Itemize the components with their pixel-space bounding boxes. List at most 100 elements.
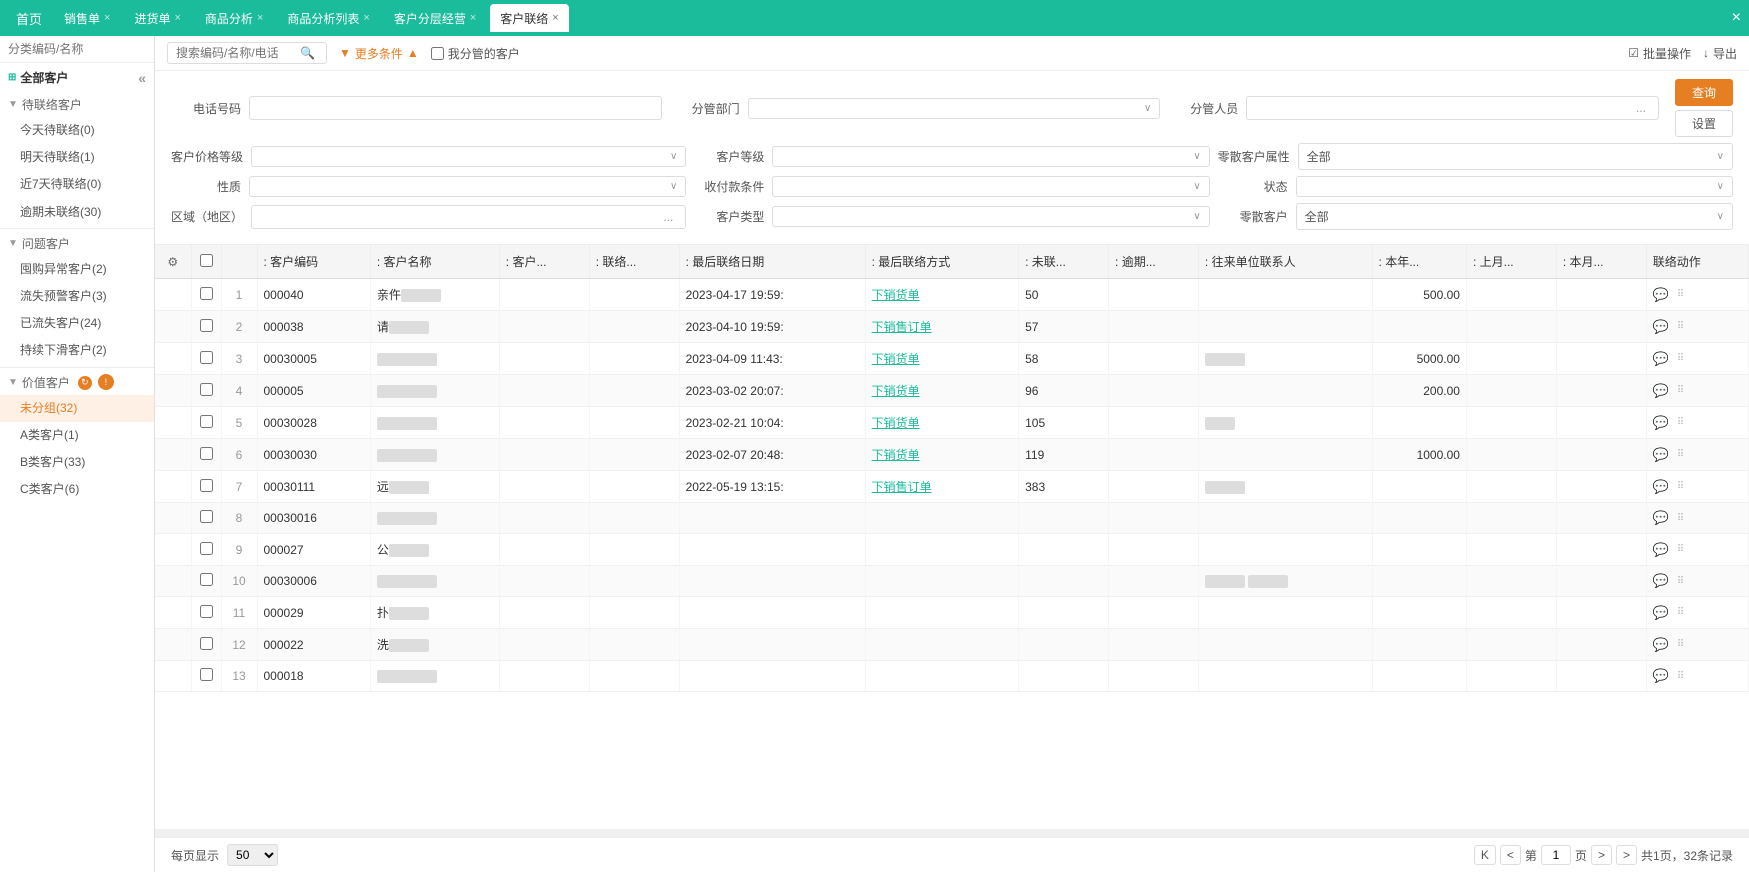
sidebar-item-stockpile-abnormal[interactable]: 囤购异常客户(2) <box>0 256 154 283</box>
status-select[interactable]: ∨ <box>1296 176 1733 197</box>
chat-icon[interactable]: 💬 <box>1653 415 1669 431</box>
sidebar-item-class-c[interactable]: C类客户(6) <box>0 476 154 503</box>
contact-way-link[interactable]: 下销售订单 <box>872 320 932 334</box>
tab-product-analysis-list[interactable]: 商品分析列表 × <box>277 4 379 32</box>
chat-icon[interactable]: 💬 <box>1653 319 1669 335</box>
retail-attr-select[interactable]: 全部 ∨ <box>1298 143 1733 170</box>
chat-icon[interactable]: 💬 <box>1653 605 1669 621</box>
region-input-area[interactable]: ... <box>251 205 686 229</box>
close-customer-contact-icon[interactable]: × <box>552 12 558 24</box>
contact-way-link[interactable]: 下销货单 <box>872 352 920 366</box>
per-page-select[interactable]: 50 100 200 <box>227 844 278 866</box>
row-checkbox[interactable] <box>200 479 213 492</box>
chat-icon[interactable]: 💬 <box>1653 542 1669 558</box>
grid-action-icon[interactable]: ⠿ <box>1677 289 1683 300</box>
contact-way-link[interactable]: 下销货单 <box>872 384 920 398</box>
sidebar-group-value-customers[interactable]: ▼ 价值客户 ↻ ! <box>0 370 154 395</box>
chat-icon[interactable]: 💬 <box>1653 383 1669 399</box>
sidebar-item-churn-warning[interactable]: 流失预警客户(3) <box>0 283 154 310</box>
close-purchase-order-icon[interactable]: × <box>174 12 180 24</box>
contact-way-link[interactable]: 下销货单 <box>872 448 920 462</box>
sidebar-item-ungrouped[interactable]: 未分组(32) <box>0 395 154 422</box>
region-ellipsis-icon[interactable]: ... <box>659 210 677 224</box>
close-sales-order-icon[interactable]: × <box>104 12 110 24</box>
last-page-button[interactable]: > <box>1616 845 1637 865</box>
sidebar-item-today-pending[interactable]: 今天待联络(0) <box>0 117 154 144</box>
grid-action-icon[interactable]: ⠿ <box>1677 607 1683 618</box>
person-ellipsis-icon[interactable]: ... <box>1632 101 1650 115</box>
tab-purchase-order[interactable]: 进货单 × <box>124 4 190 32</box>
close-all-icon[interactable]: × <box>1732 9 1741 27</box>
price-grade-select[interactable]: ∨ <box>251 146 686 167</box>
row-checkbox[interactable] <box>200 447 213 460</box>
reset-button[interactable]: 设置 <box>1675 110 1733 137</box>
sidebar-item-class-a[interactable]: A类客户(1) <box>0 422 154 449</box>
my-customers-filter[interactable]: 我分管的客户 <box>431 45 520 62</box>
query-button[interactable]: 查询 <box>1675 79 1733 106</box>
row-checkbox[interactable] <box>200 637 213 650</box>
close-product-analysis-icon[interactable]: × <box>257 12 263 24</box>
sidebar-item-tomorrow-pending[interactable]: 明天待联络(1) <box>0 144 154 171</box>
sidebar-item-overdue-contact[interactable]: 逾期未联络(30) <box>0 199 154 226</box>
chat-icon[interactable]: 💬 <box>1653 287 1669 303</box>
tab-customer-contact[interactable]: 客户联络 × <box>490 4 568 32</box>
sidebar-item-lost-customers[interactable]: 已流失客户(24) <box>0 310 154 337</box>
grid-action-icon[interactable]: ⠿ <box>1677 671 1683 682</box>
person-input-area[interactable]: ... <box>1246 96 1659 120</box>
chat-icon[interactable]: 💬 <box>1653 479 1669 495</box>
grid-action-icon[interactable]: ⠿ <box>1677 321 1683 332</box>
page-number-input[interactable] <box>1541 845 1571 865</box>
grid-action-icon[interactable]: ⠿ <box>1677 576 1683 587</box>
grid-action-icon[interactable]: ⠿ <box>1677 417 1683 428</box>
grid-action-icon[interactable]: ⠿ <box>1677 639 1683 650</box>
sidebar-search-input[interactable] <box>8 42 155 56</box>
gear-icon[interactable]: ⚙ <box>167 255 178 269</box>
sidebar-collapse-icon[interactable]: « <box>138 70 146 86</box>
sidebar-item-class-b[interactable]: B类客户(33) <box>0 449 154 476</box>
chat-icon[interactable]: 💬 <box>1653 637 1669 653</box>
chat-icon[interactable]: 💬 <box>1653 510 1669 526</box>
row-checkbox[interactable] <box>200 605 213 618</box>
sidebar-group-pending-contact[interactable]: ▼ 待联络客户 <box>0 92 154 117</box>
row-checkbox[interactable] <box>200 510 213 523</box>
grid-action-icon[interactable]: ⠿ <box>1677 513 1683 524</box>
batch-ops-button[interactable]: ☑ 批量操作 <box>1628 45 1691 62</box>
contact-way-link[interactable]: 下销货单 <box>872 288 920 302</box>
grid-action-icon[interactable]: ⠿ <box>1677 353 1683 364</box>
export-button[interactable]: ↓ 导出 <box>1703 45 1737 62</box>
tab-product-analysis[interactable]: 商品分析 × <box>195 4 273 32</box>
customer-type-select[interactable]: ∨ <box>772 206 1209 227</box>
grid-action-icon[interactable]: ⠿ <box>1677 544 1683 555</box>
sidebar-item-7days-pending[interactable]: 近7天待联络(0) <box>0 171 154 198</box>
row-checkbox[interactable] <box>200 542 213 555</box>
first-page-button[interactable]: K <box>1474 845 1496 865</box>
home-tab[interactable]: 首页 <box>8 9 50 28</box>
main-search-icon[interactable]: 🔍 <box>300 46 315 60</box>
dept-select[interactable]: ∨ <box>748 98 1161 119</box>
row-checkbox[interactable] <box>200 573 213 586</box>
sidebar-group-problem-customers[interactable]: ▼ 问题客户 <box>0 231 154 256</box>
phone-input[interactable] <box>249 96 662 120</box>
my-customers-checkbox[interactable] <box>431 47 444 60</box>
prev-page-button[interactable]: < <box>1500 845 1521 865</box>
row-checkbox[interactable] <box>200 668 213 681</box>
grid-action-icon[interactable]: ⠿ <box>1677 481 1683 492</box>
main-search-input[interactable] <box>176 46 296 60</box>
nature-select[interactable]: ∨ <box>249 176 686 197</box>
close-customer-stratification-icon[interactable]: × <box>470 12 476 24</box>
chat-icon[interactable]: 💬 <box>1653 573 1669 589</box>
contact-way-link[interactable]: 下销货单 <box>872 416 920 430</box>
grid-action-icon[interactable]: ⠿ <box>1677 449 1683 460</box>
payment-select[interactable]: ∨ <box>772 176 1209 197</box>
horizontal-scrollbar[interactable] <box>155 829 1749 837</box>
retail-select[interactable]: 全部 ∨ <box>1296 203 1733 230</box>
tab-sales-order[interactable]: 销售单 × <box>54 4 120 32</box>
tab-customer-stratification[interactable]: 客户分层经营 × <box>384 4 486 32</box>
select-all-checkbox[interactable] <box>200 254 213 267</box>
th-settings[interactable]: ⚙ <box>155 245 191 279</box>
chat-icon[interactable]: 💬 <box>1653 351 1669 367</box>
row-checkbox[interactable] <box>200 415 213 428</box>
chat-icon[interactable]: 💬 <box>1653 447 1669 463</box>
row-checkbox[interactable] <box>200 351 213 364</box>
grid-action-icon[interactable]: ⠿ <box>1677 385 1683 396</box>
